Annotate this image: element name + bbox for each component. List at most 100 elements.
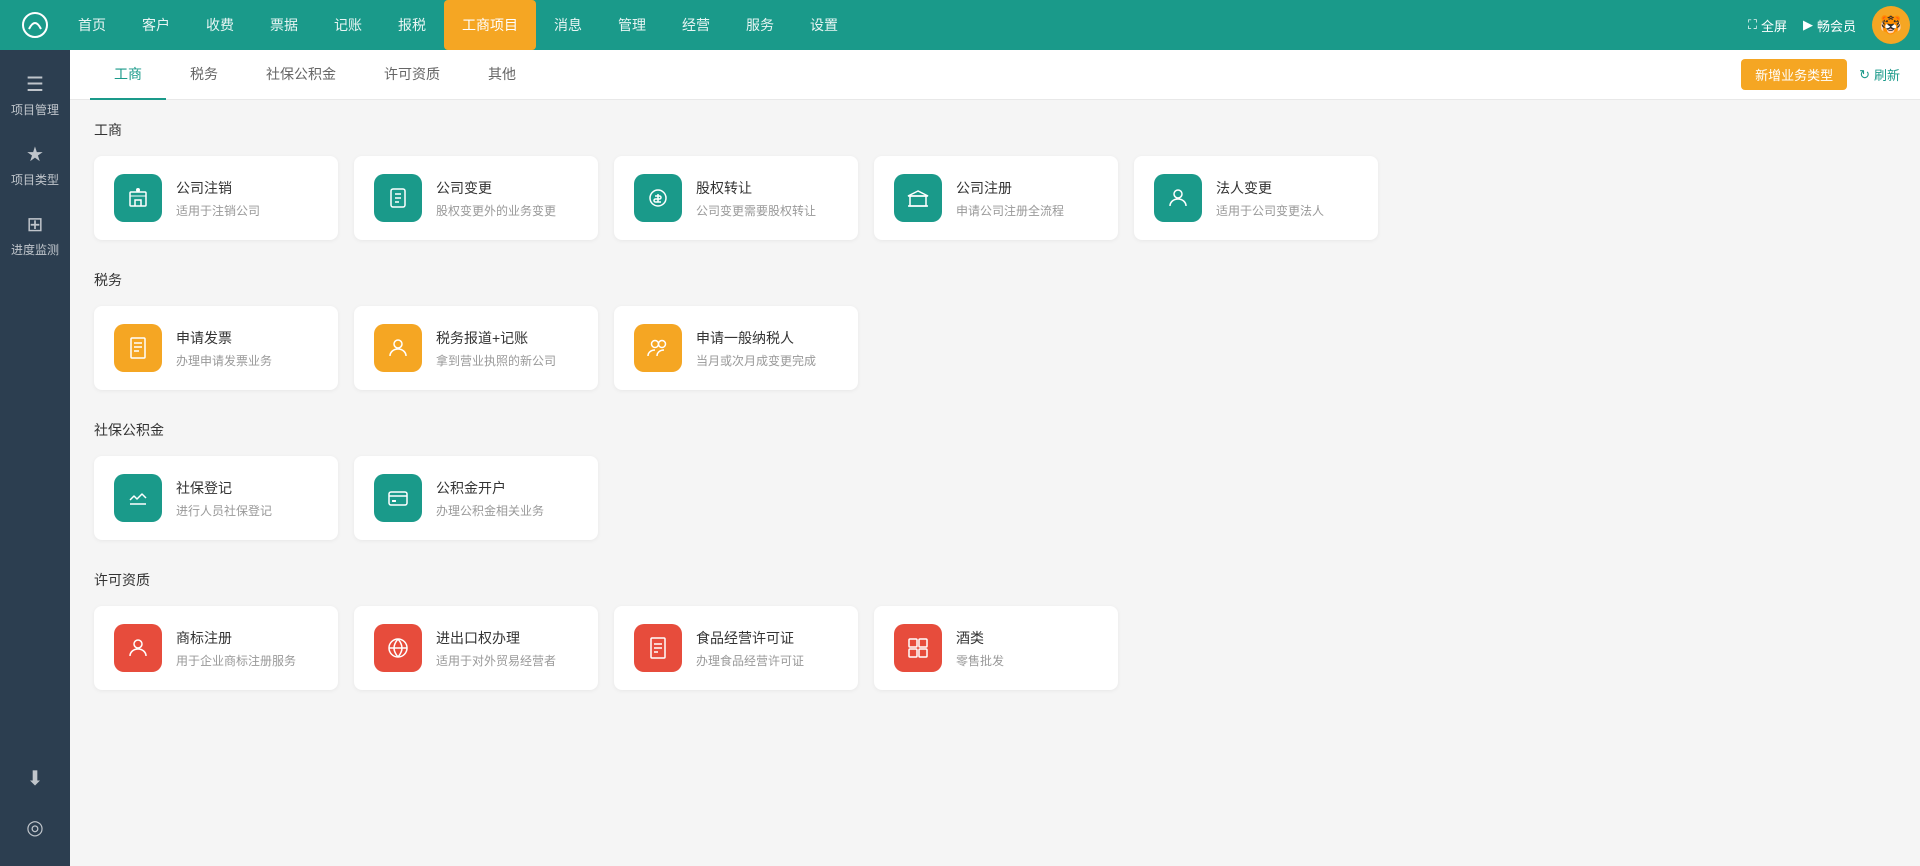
card-desc: 办理公积金相关业务 [436,502,578,519]
cards-grid: 公司注销适用于注销公司公司变更股权变更外的业务变更股权转让公司变更需要股权转让公… [94,156,1896,240]
nav-item-经营[interactable]: 经营 [664,0,728,50]
card-公司注销[interactable]: 公司注销适用于注销公司 [94,156,338,240]
refresh-icon: ↻ [1859,67,1870,83]
card-商标注册[interactable]: 商标注册用于企业商标注册服务 [94,606,338,690]
vip-label: 畅会员 [1817,16,1856,35]
sub-tab-其他[interactable]: 其他 [464,50,540,100]
nav-right: ⛶ 全屏 ▶ 畅会员 🐯 [1748,6,1910,44]
card-desc: 零售批发 [956,652,1098,669]
content-area: 工商税务社保公积金许可资质其他 新增业务类型 ↻ 刷新 工商公司注销适用于注销公… [70,50,1920,866]
card-icon [1154,174,1202,222]
refresh-label: 刷新 [1874,65,1900,84]
sidebar-bottom: ⬇ ◎ [0,756,70,866]
card-title: 酒类 [956,628,1098,648]
card-text: 酒类零售批发 [956,628,1098,669]
sub-tab-税务[interactable]: 税务 [166,50,242,100]
sidebar-item-project-type[interactable]: ★ 项目类型 [0,130,70,200]
card-icon [114,474,162,522]
card-desc: 进行人员社保登记 [176,502,318,519]
section-title: 社保公积金 [94,420,1896,440]
nav-item-消息[interactable]: 消息 [536,0,600,50]
card-公司注册[interactable]: 公司注册申请公司注册全流程 [874,156,1118,240]
card-desc: 适用于注销公司 [176,202,318,219]
card-社保登记[interactable]: 社保登记进行人员社保登记 [94,456,338,540]
card-公积金开户[interactable]: 公积金开户办理公积金相关业务 [354,456,598,540]
fullscreen-icon: ⛶ [1748,17,1757,33]
section-title: 工商 [94,120,1896,140]
cards-grid: 商标注册用于企业商标注册服务进出口权办理适用于对外贸易经营者食品经营许可证办理食… [94,606,1896,690]
card-title: 股权转让 [696,178,838,198]
sidebar-item-progress-monitor[interactable]: ⊞ 进度监测 [0,200,70,270]
card-法人变更[interactable]: 法人变更适用于公司变更法人 [1134,156,1378,240]
nav-item-报税[interactable]: 报税 [380,0,444,50]
card-text: 股权转让公司变更需要股权转让 [696,178,838,219]
card-icon [114,324,162,372]
card-text: 公积金开户办理公积金相关业务 [436,478,578,519]
cards-grid: 申请发票办理申请发票业务税务报道+记账拿到营业执照的新公司申请一般纳税人当月或次… [94,306,1896,390]
card-desc: 公司变更需要股权转让 [696,202,838,219]
card-title: 公司注册 [956,178,1098,198]
card-desc: 适用于公司变更法人 [1216,202,1358,219]
card-进出口权办理[interactable]: 进出口权办理适用于对外贸易经营者 [354,606,598,690]
section-title: 税务 [94,270,1896,290]
sub-tab-社保公积金[interactable]: 社保公积金 [242,50,360,100]
main-layout: ☰ 项目管理 ★ 项目类型 ⊞ 进度监测 ⬇ ◎ 工商税务社保公积金许可资质其他… [0,50,1920,866]
card-酒类[interactable]: 酒类零售批发 [874,606,1118,690]
card-icon [374,474,422,522]
nav-item-收费[interactable]: 收费 [188,0,252,50]
nav-item-服务[interactable]: 服务 [728,0,792,50]
card-text: 申请一般纳税人当月或次月成变更完成 [696,328,838,369]
section-title: 许可资质 [94,570,1896,590]
card-申请发票[interactable]: 申请发票办理申请发票业务 [94,306,338,390]
card-icon [894,174,942,222]
card-title: 商标注册 [176,628,318,648]
vip-icon: ▶ [1803,17,1813,33]
sub-tabs: 工商税务社保公积金许可资质其他 新增业务类型 ↻ 刷新 [70,50,1920,100]
card-text: 公司注册申请公司注册全流程 [956,178,1098,219]
scroll-content: 工商公司注销适用于注销公司 公司变更股权变更外的业务变更 股权转让公司变更需要股权转… [70,100,1920,866]
sidebar-label-project-type: 项目类型 [11,171,59,188]
card-icon [374,624,422,672]
card-title: 税务报道+记账 [436,328,578,348]
sidebar: ☰ 项目管理 ★ 项目类型 ⊞ 进度监测 ⬇ ◎ [0,50,70,866]
card-text: 公司注销适用于注销公司 [176,178,318,219]
sub-tab-工商[interactable]: 工商 [90,50,166,100]
nav-item-设置[interactable]: 设置 [792,0,856,50]
fullscreen-label: 全屏 [1761,16,1787,35]
nav-item-客户[interactable]: 客户 [124,0,188,50]
card-text: 社保登记进行人员社保登记 [176,478,318,519]
vip-btn[interactable]: ▶ 畅会员 [1803,16,1856,35]
download-icon-btn[interactable]: ⬇ [0,756,70,801]
card-股权转让[interactable]: 股权转让公司变更需要股权转让 [614,156,858,240]
card-desc: 股权变更外的业务变更 [436,202,578,219]
sub-tab-许可资质[interactable]: 许可资质 [360,50,464,100]
card-title: 申请一般纳税人 [696,328,838,348]
card-title: 公司变更 [436,178,578,198]
new-type-button[interactable]: 新增业务类型 [1741,59,1847,90]
nav-items: 首页客户收费票据记账报税工商项目消息管理经营服务设置 [60,0,1748,50]
card-title: 公积金开户 [436,478,578,498]
nav-item-工商项目[interactable]: 工商项目 [444,0,536,50]
card-icon [374,174,422,222]
card-text: 公司变更股权变更外的业务变更 [436,178,578,219]
refresh-button[interactable]: ↻ 刷新 [1859,65,1900,84]
card-税务报道+记账[interactable]: 税务报道+记账拿到营业执照的新公司 [354,306,598,390]
nav-item-记账[interactable]: 记账 [316,0,380,50]
fullscreen-btn[interactable]: ⛶ 全屏 [1748,16,1787,35]
card-title: 公司注销 [176,178,318,198]
nav-item-首页[interactable]: 首页 [60,0,124,50]
nav-item-管理[interactable]: 管理 [600,0,664,50]
nav-item-票据[interactable]: 票据 [252,0,316,50]
card-申请一般纳税人[interactable]: 申请一般纳税人当月或次月成变更完成 [614,306,858,390]
card-icon [634,324,682,372]
card-食品经营许可证[interactable]: 食品经营许可证办理食品经营许可证 [614,606,858,690]
card-title: 申请发票 [176,328,318,348]
sidebar-item-project-management[interactable]: ☰ 项目管理 [0,60,70,130]
logo [10,0,60,50]
card-title: 法人变更 [1216,178,1358,198]
card-公司变更[interactable]: 公司变更股权变更外的业务变更 [354,156,598,240]
settings-icon-btn[interactable]: ◎ [0,805,70,850]
card-text: 法人变更适用于公司变更法人 [1216,178,1358,219]
card-desc: 办理申请发票业务 [176,352,318,369]
list-icon: ☰ [26,72,44,97]
